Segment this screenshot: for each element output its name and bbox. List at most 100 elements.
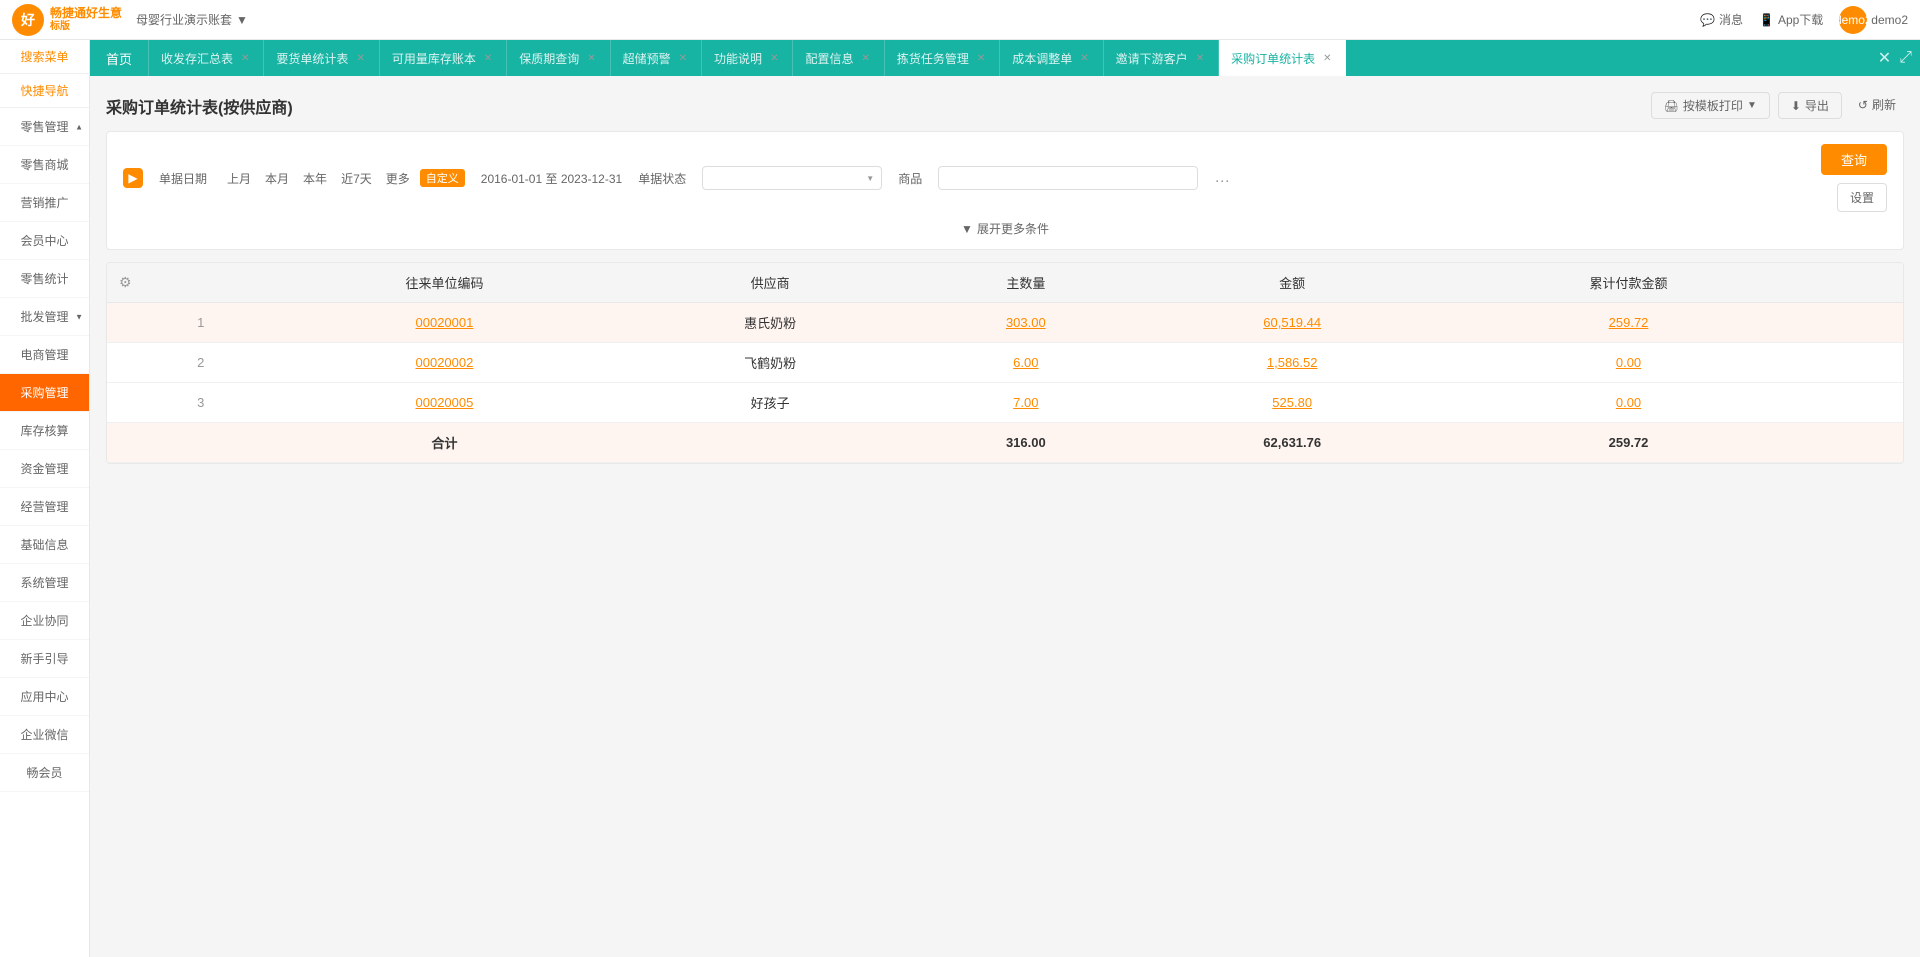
- tab-picking-task[interactable]: 拣货任务管理 ✕: [885, 40, 1000, 76]
- sidebar-item-finance[interactable]: 资金管理: [0, 450, 89, 488]
- gear-icon[interactable]: ⚙: [119, 274, 132, 290]
- table-footer-row: 合计 316.00 62,631.76 259.72: [107, 423, 1903, 463]
- tab-maximize-icon[interactable]: ⤢: [1899, 49, 1912, 67]
- chevron-down-icon: ▼: [236, 13, 248, 27]
- tab-invite-customer[interactable]: 邀请下游客户 ✕: [1104, 40, 1219, 76]
- tab-overstock-warning[interactable]: 超储预警 ✕: [611, 40, 702, 76]
- sidebar-item-system-mgmt[interactable]: 系统管理: [0, 564, 89, 602]
- tab-close-config-info[interactable]: ✕: [859, 51, 871, 66]
- date-btn-this-year[interactable]: 本年: [299, 168, 331, 189]
- message-action[interactable]: 💬 消息: [1700, 11, 1743, 28]
- sidebar: 搜索菜单 快捷导航 零售管理 零售商城 营销推广 会员中心 零售统计 批发管理 …: [0, 40, 90, 957]
- table-row[interactable]: 1 00020001 惠氏奶粉 303.00 60,519.44 259.72: [107, 303, 1903, 343]
- table-row[interactable]: 2 00020002 飞鹤奶粉 6.00 1,586.52 0.00: [107, 343, 1903, 383]
- tab-close-cost-adjust[interactable]: ✕: [1078, 51, 1090, 66]
- date-btn-last-month[interactable]: 上月: [223, 168, 255, 189]
- print-button[interactable]: 🖨 按模板打印 ▼: [1651, 92, 1770, 119]
- tab-purchase-order-stats[interactable]: 采购订单统计表 ✕: [1219, 40, 1346, 76]
- filter-collapse-button[interactable]: ▶: [123, 168, 143, 188]
- footer-settings-cell: [107, 423, 144, 463]
- logo-icon: 好: [12, 4, 44, 36]
- export-button[interactable]: ⬇ 导出: [1778, 92, 1842, 119]
- sidebar-item-operations[interactable]: 经营管理: [0, 488, 89, 526]
- footer-label-cell: 合计: [258, 423, 631, 463]
- sidebar-item-retail-stats[interactable]: 零售统计: [0, 260, 89, 298]
- sidebar-item-enterprise-collab[interactable]: 企业协同: [0, 602, 89, 640]
- col-paid-amount: 累计付款金额: [1442, 263, 1815, 303]
- sidebar-item-member-center[interactable]: 会员中心: [0, 222, 89, 260]
- user-area[interactable]: demo2 demo2: [1839, 6, 1908, 34]
- sidebar-item-wholesale-mgmt[interactable]: 批发管理: [0, 298, 89, 336]
- tab-expiry-query[interactable]: 保质期查询 ✕: [507, 40, 610, 76]
- tab-home[interactable]: 首页: [90, 40, 149, 76]
- goods-input[interactable]: [938, 166, 1198, 190]
- sidebar-item-inventory[interactable]: 库存核算: [0, 412, 89, 450]
- sidebar-item-quick-nav[interactable]: 快捷导航: [0, 74, 89, 108]
- cell-amount-1[interactable]: 1,586.52: [1142, 343, 1441, 383]
- tab-close-expiry-query[interactable]: ✕: [585, 51, 597, 66]
- expand-row: ▼ 展开更多条件: [123, 220, 1887, 237]
- tab-close-picking-task[interactable]: ✕: [975, 51, 987, 66]
- sidebar-item-purchase-mgmt[interactable]: 采购管理: [0, 374, 89, 412]
- cell-settings-1: [107, 343, 144, 383]
- table-row[interactable]: 3 00020005 好孩子 7.00 525.80 0.00: [107, 383, 1903, 423]
- tab-close-purchase-order-stats[interactable]: ✕: [1321, 51, 1333, 66]
- sidebar-item-retail-mall[interactable]: 零售商城: [0, 146, 89, 184]
- tab-func-desc[interactable]: 功能说明 ✕: [702, 40, 793, 76]
- tab-order-stats[interactable]: 要货单统计表 ✕: [264, 40, 379, 76]
- date-range-display: 2016-01-01 至 2023-12-31: [481, 170, 622, 187]
- tab-close-all-icon[interactable]: ✕: [1878, 48, 1891, 68]
- tab-close-order-stats[interactable]: ✕: [354, 51, 366, 66]
- sidebar-item-new-guide[interactable]: 新手引导: [0, 640, 89, 678]
- date-btn-more[interactable]: 更多: [382, 168, 414, 189]
- status-filter-label: 单据状态: [638, 170, 686, 187]
- sidebar-item-search[interactable]: 搜索菜单: [0, 40, 89, 74]
- date-btn-this-month[interactable]: 本月: [261, 168, 293, 189]
- expand-more-button[interactable]: ▼ 展开更多条件: [961, 220, 1049, 237]
- cell-main-qty-0[interactable]: 303.00: [909, 303, 1142, 343]
- page-header: 采购订单统计表(按供应商) 🖨 按模板打印 ▼ ⬇ 导出 ↺ 刷新: [106, 92, 1904, 119]
- cell-extra-2: [1815, 383, 1903, 423]
- sidebar-item-basic-info[interactable]: 基础信息: [0, 526, 89, 564]
- cell-partner-code-0[interactable]: 00020001: [258, 303, 631, 343]
- goods-input-more-icon[interactable]: …: [1214, 169, 1230, 187]
- cell-rownum-1: 2: [144, 343, 258, 383]
- tab-close-func-desc[interactable]: ✕: [768, 51, 780, 66]
- tab-close-invite-customer[interactable]: ✕: [1194, 51, 1206, 66]
- cell-paid-amount-2[interactable]: 0.00: [1442, 383, 1815, 423]
- tab-cost-adjust[interactable]: 成本调整单 ✕: [1000, 40, 1103, 76]
- sidebar-item-member[interactable]: 畅会员: [0, 754, 89, 792]
- sidebar-item-retail-mgmt[interactable]: 零售管理: [0, 108, 89, 146]
- tab-config-info[interactable]: 配置信息 ✕: [793, 40, 884, 76]
- refresh-button[interactable]: ↺ 刷新: [1850, 92, 1904, 117]
- cell-main-qty-1[interactable]: 6.00: [909, 343, 1142, 383]
- cell-amount-2[interactable]: 525.80: [1142, 383, 1441, 423]
- tab-close-recv-send[interactable]: ✕: [239, 51, 251, 66]
- cell-partner-code-2[interactable]: 00020005: [258, 383, 631, 423]
- search-button[interactable]: 查询: [1821, 144, 1887, 175]
- cell-paid-amount-1[interactable]: 0.00: [1442, 343, 1815, 383]
- tab-recv-send[interactable]: 收发存汇总表 ✕: [149, 40, 264, 76]
- cell-partner-code-1[interactable]: 00020002: [258, 343, 631, 383]
- page-title: 采购订单统计表(按供应商): [106, 94, 293, 118]
- app-download-action[interactable]: 📱 App下载: [1759, 11, 1823, 28]
- sidebar-item-ecommerce-mgmt[interactable]: 电商管理: [0, 336, 89, 374]
- footer-amount-cell: 62,631.76: [1142, 423, 1441, 463]
- cell-paid-amount-0[interactable]: 259.72: [1442, 303, 1815, 343]
- workspace-selector[interactable]: 母婴行业演示账套 ▼: [130, 9, 254, 30]
- date-btn-7days[interactable]: 近7天: [337, 168, 376, 189]
- tab-available-inv[interactable]: 可用量库存账本 ✕: [380, 40, 507, 76]
- date-btn-custom[interactable]: 自定义: [420, 169, 465, 187]
- cell-amount-0[interactable]: 60,519.44: [1142, 303, 1441, 343]
- sidebar-item-marketing[interactable]: 营销推广: [0, 184, 89, 222]
- footer-rownum-cell: [144, 423, 258, 463]
- cell-main-qty-2[interactable]: 7.00: [909, 383, 1142, 423]
- page-content: 采购订单统计表(按供应商) 🖨 按模板打印 ▼ ⬇ 导出 ↺ 刷新: [90, 76, 1920, 957]
- settings-button[interactable]: 设置: [1837, 183, 1887, 212]
- sidebar-item-enterprise-wechat[interactable]: 企业微信: [0, 716, 89, 754]
- status-select[interactable]: [702, 166, 882, 190]
- sidebar-item-app-center[interactable]: 应用中心: [0, 678, 89, 716]
- tab-close-overstock-warning[interactable]: ✕: [677, 51, 689, 66]
- top-bar-right: 💬 消息 📱 App下载 demo2 demo2: [1700, 6, 1908, 34]
- tab-close-available-inv[interactable]: ✕: [482, 51, 494, 66]
